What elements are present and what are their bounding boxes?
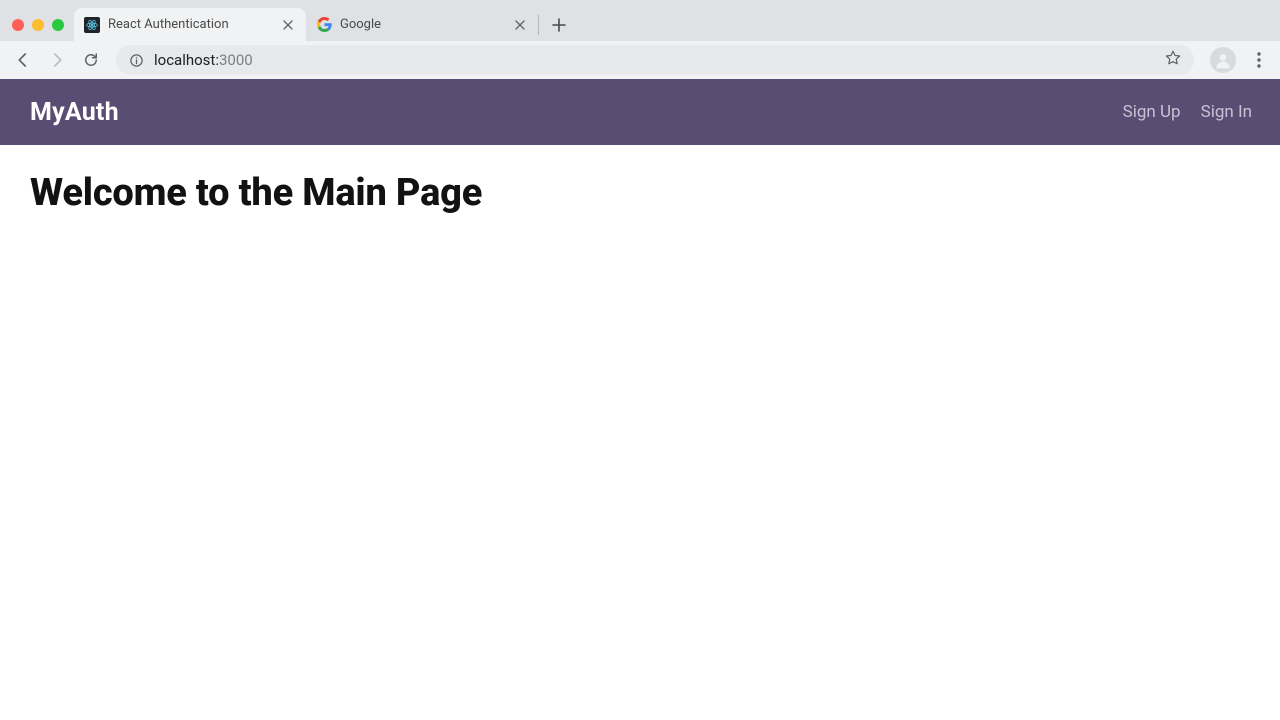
signin-link[interactable]: Sign In [1201,102,1252,122]
tab-google[interactable]: Google [306,8,538,41]
react-favicon-icon [84,17,100,33]
url-text: localhost:3000 [154,51,253,69]
forward-button[interactable] [42,45,72,75]
reload-button[interactable] [76,45,106,75]
bookmark-star-icon[interactable] [1164,49,1182,71]
tab-react-authentication[interactable]: React Authentication [74,8,306,41]
tab-close-button[interactable] [280,17,296,33]
tab-close-button[interactable] [512,17,528,33]
url-host: localhost: [154,51,219,69]
back-button[interactable] [8,45,38,75]
browser-menu-button[interactable] [1246,45,1272,75]
browser-chrome: React Authentication Google [0,0,1280,79]
tab-separator [538,15,539,35]
page-heading: Welcome to the Main Page [30,171,1250,215]
new-tab-button[interactable] [545,11,573,39]
window-maximize-button[interactable] [52,19,64,31]
main-area: Welcome to the Main Page [0,145,1280,241]
nav-links: Sign Up Sign In [1123,102,1252,122]
page-content: MyAuth Sign Up Sign In Welcome to the Ma… [0,79,1280,241]
google-favicon-icon [316,17,332,33]
signup-link[interactable]: Sign Up [1123,102,1181,122]
window-minimize-button[interactable] [32,19,44,31]
tab-title: React Authentication [108,17,272,32]
window-controls [8,19,74,41]
browser-toolbar: localhost:3000 [0,41,1280,79]
app-navbar: MyAuth Sign Up Sign In [0,79,1280,145]
profile-avatar-button[interactable] [1210,47,1236,73]
address-bar[interactable]: localhost:3000 [116,45,1194,75]
tab-bar: React Authentication Google [0,0,1280,41]
window-close-button[interactable] [12,19,24,31]
url-path: 3000 [219,51,253,69]
tab-title: Google [340,17,504,32]
brand-logo[interactable]: MyAuth [30,98,119,127]
site-info-icon[interactable] [128,52,144,68]
